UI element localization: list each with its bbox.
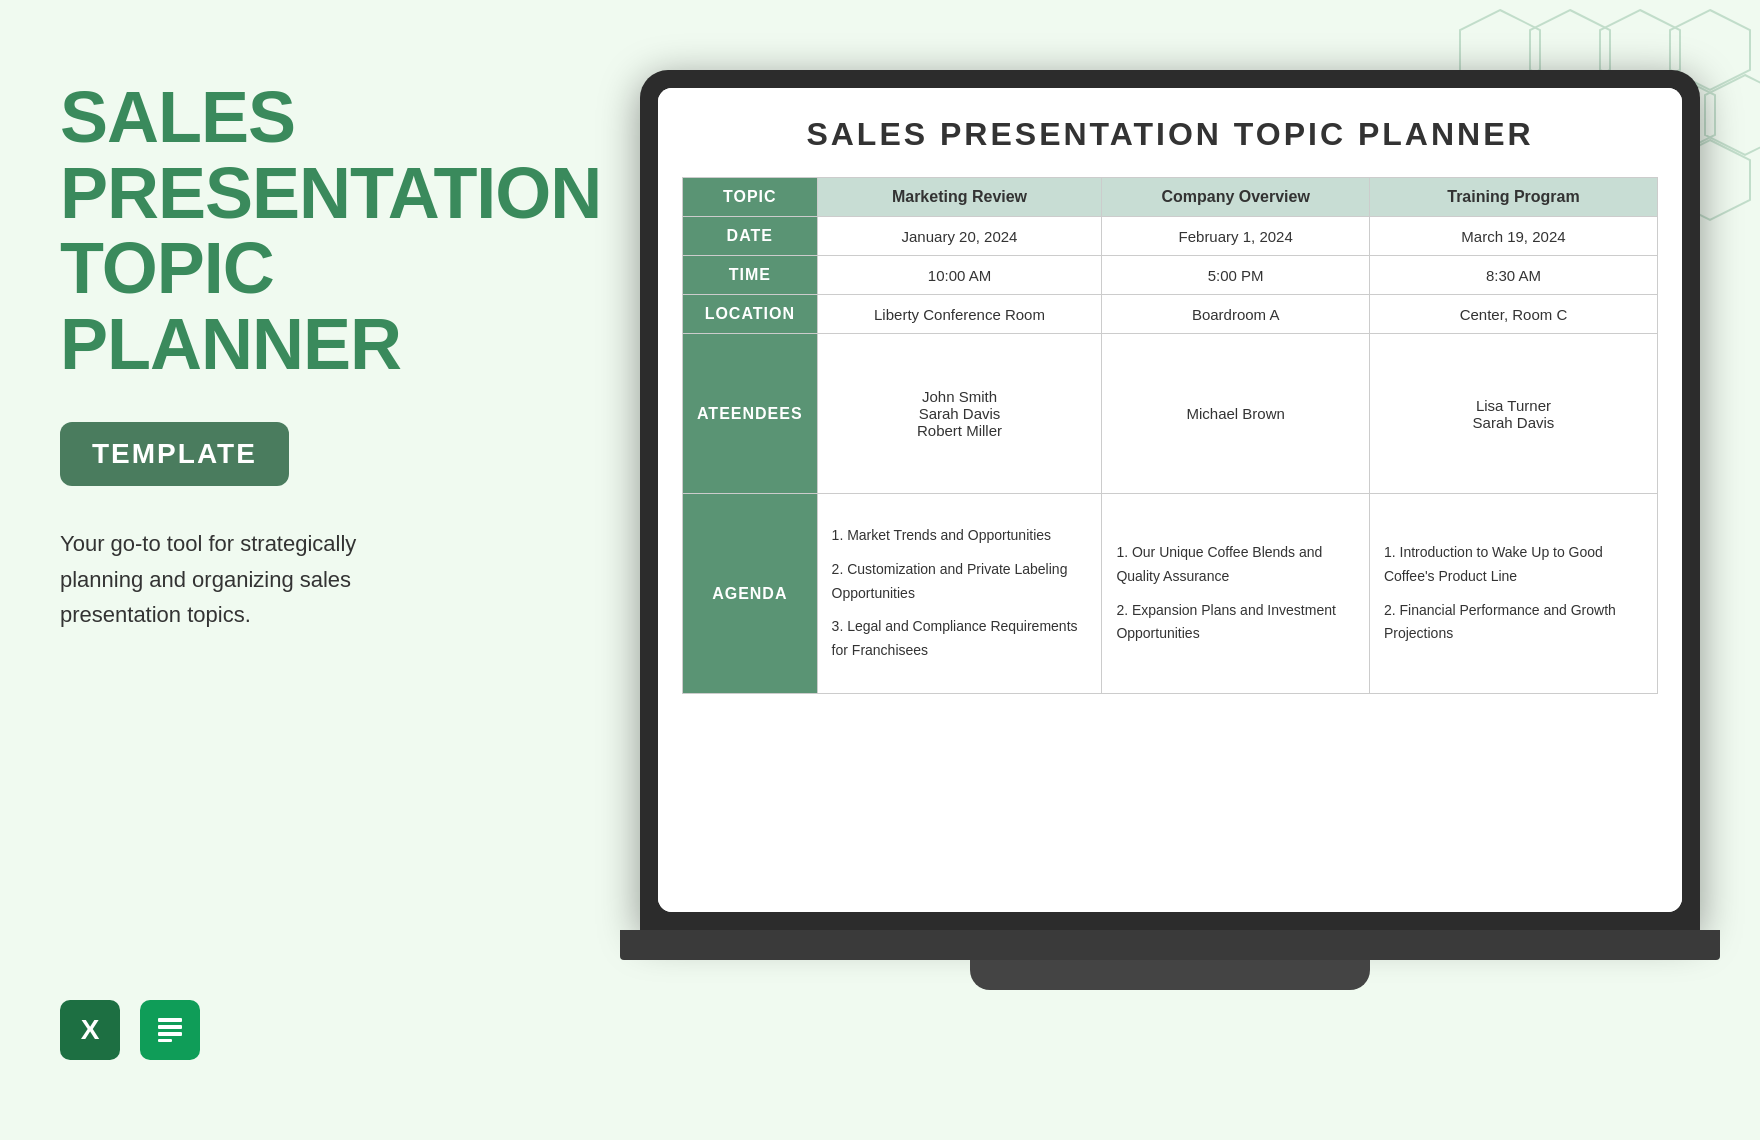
attendee-2-col1: Sarah Davis xyxy=(832,405,1088,422)
agenda-item-2-col1: 2. Customization and Private Labeling Op… xyxy=(832,558,1088,606)
svg-rect-16 xyxy=(158,1039,172,1042)
attendee-1-col1: John Smith xyxy=(832,388,1088,405)
main-title: SALES PRESENTATION TOPIC PLANNER xyxy=(60,80,520,382)
svg-rect-15 xyxy=(158,1032,182,1036)
attendee-1-col3: Lisa Turner xyxy=(1384,397,1643,414)
time-row: TIME 10:00 AM 5:00 PM 8:30 AM xyxy=(683,256,1658,295)
date-col2: February 1, 2024 xyxy=(1102,217,1370,256)
topic-col2: Company Overview xyxy=(1102,178,1370,217)
laptop-base xyxy=(620,930,1720,960)
agenda-item-1-col3: 1. Introduction to Wake Up to Good Coffe… xyxy=(1384,541,1643,589)
attendees-col2: Michael Brown xyxy=(1102,334,1370,494)
sheets-icon xyxy=(154,1014,186,1046)
laptop-bezel: SALES PRESENTATION TOPIC PLANNER TOPIC M… xyxy=(640,70,1700,930)
agenda-item-3-col1: 3. Legal and Compliance Requirements for… xyxy=(832,615,1088,663)
date-col3: March 19, 2024 xyxy=(1369,217,1657,256)
location-label: LOCATION xyxy=(683,295,818,334)
sheet-title: SALES PRESENTATION TOPIC PLANNER xyxy=(682,116,1658,153)
agenda-col3: 1. Introduction to Wake Up to Good Coffe… xyxy=(1369,494,1657,694)
agenda-item-2-col3: 2. Financial Performance and Growth Proj… xyxy=(1384,599,1643,647)
location-col2: Boardroom A xyxy=(1102,295,1370,334)
template-badge: TEMPLATE xyxy=(60,422,289,486)
svg-rect-14 xyxy=(158,1025,182,1029)
time-col3: 8:30 AM xyxy=(1369,256,1657,295)
topic-col1: Marketing Review xyxy=(817,178,1102,217)
date-label: DATE xyxy=(683,217,818,256)
sheets-app-icon xyxy=(140,1000,200,1060)
right-panel: SALES PRESENTATION TOPIC PLANNER TOPIC M… xyxy=(580,0,1760,1140)
location-row: LOCATION Liberty Conference Room Boardro… xyxy=(683,295,1658,334)
description: Your go-to tool for strategically planni… xyxy=(60,526,440,632)
date-col1: January 20, 2024 xyxy=(817,217,1102,256)
topic-label: TOPIC xyxy=(683,178,818,217)
attendee-2-col3: Sarah Davis xyxy=(1384,414,1643,431)
agenda-label: AGENDA xyxy=(683,494,818,694)
excel-app-icon: X xyxy=(60,1000,120,1060)
attendees-col1: John Smith Sarah Davis Robert Miller xyxy=(817,334,1102,494)
attendees-row: ATEENDEES John Smith Sarah Davis Robert … xyxy=(683,334,1658,494)
date-row: DATE January 20, 2024 February 1, 2024 M… xyxy=(683,217,1658,256)
topic-row: TOPIC Marketing Review Company Overview … xyxy=(683,178,1658,217)
attendees-col3: Lisa Turner Sarah Davis xyxy=(1369,334,1657,494)
left-panel: SALES PRESENTATION TOPIC PLANNER TEMPLAT… xyxy=(0,0,580,1140)
laptop: SALES PRESENTATION TOPIC PLANNER TOPIC M… xyxy=(630,70,1710,1090)
agenda-row: AGENDA 1. Market Trends and Opportunitie… xyxy=(683,494,1658,694)
agenda-item-1-col2: 1. Our Unique Coffee Blends and Quality … xyxy=(1116,541,1355,589)
time-col2: 5:00 PM xyxy=(1102,256,1370,295)
time-label: TIME xyxy=(683,256,818,295)
topic-col3: Training Program xyxy=(1369,178,1657,217)
sheet-content: SALES PRESENTATION TOPIC PLANNER TOPIC M… xyxy=(658,88,1682,912)
laptop-screen: SALES PRESENTATION TOPIC PLANNER TOPIC M… xyxy=(658,88,1682,912)
laptop-stand xyxy=(970,960,1370,990)
attendee-1-col2: Michael Brown xyxy=(1116,405,1355,422)
agenda-item-1-col1: 1. Market Trends and Opportunities xyxy=(832,524,1088,548)
time-col1: 10:00 AM xyxy=(817,256,1102,295)
agenda-item-2-col2: 2. Expansion Plans and Investment Opport… xyxy=(1116,599,1355,647)
agenda-col1: 1. Market Trends and Opportunities 2. Cu… xyxy=(817,494,1102,694)
icons-row: X xyxy=(60,1000,520,1060)
svg-rect-13 xyxy=(158,1018,182,1022)
agenda-col2: 1. Our Unique Coffee Blends and Quality … xyxy=(1102,494,1370,694)
attendee-3-col1: Robert Miller xyxy=(832,422,1088,439)
planner-table: TOPIC Marketing Review Company Overview … xyxy=(682,177,1658,694)
location-col3: Center, Room C xyxy=(1369,295,1657,334)
location-col1: Liberty Conference Room xyxy=(817,295,1102,334)
attendees-label: ATEENDEES xyxy=(683,334,818,494)
